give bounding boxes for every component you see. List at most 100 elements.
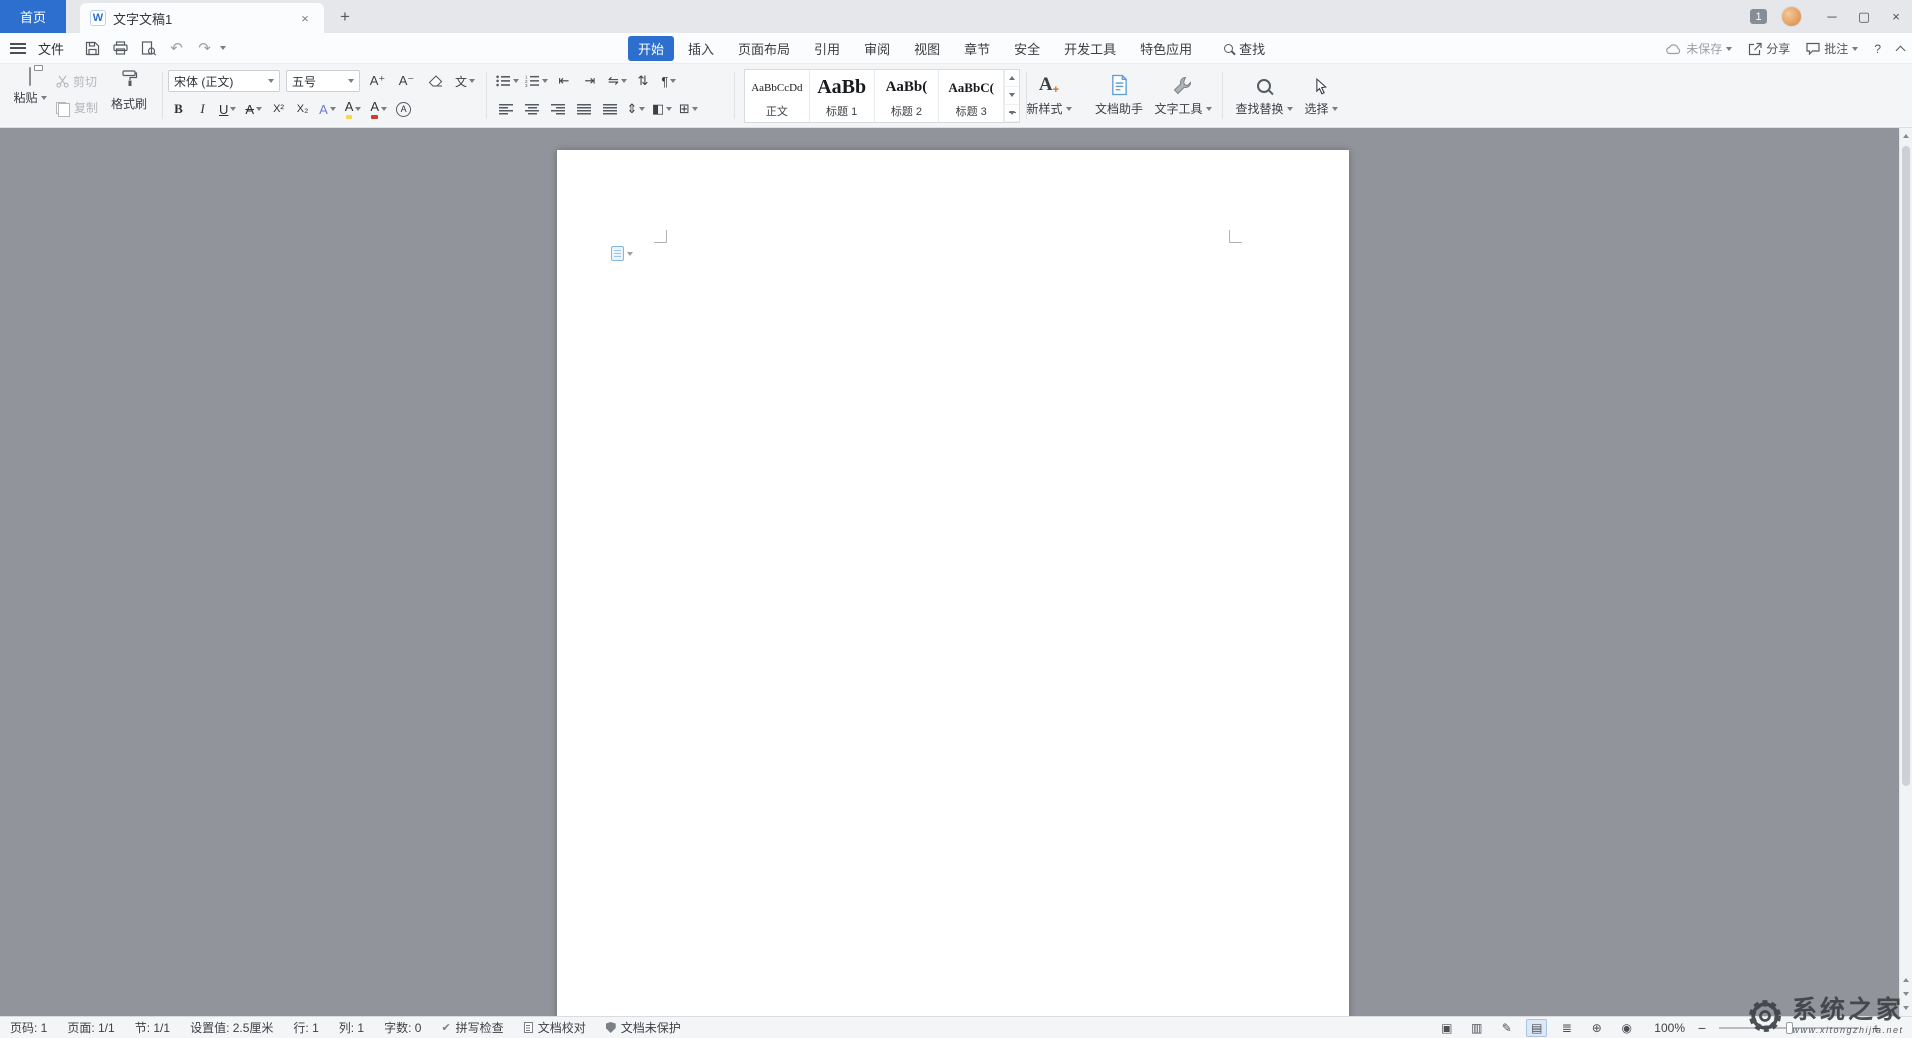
tab-special-features[interactable]: 特色应用 [1130, 36, 1202, 61]
zoom-level[interactable]: 100% [1654, 1021, 1685, 1035]
scroll-up-icon[interactable] [1900, 130, 1912, 142]
maximize-button[interactable]: ▢ [1848, 0, 1880, 33]
align-left-button[interactable] [496, 98, 516, 120]
align-right-button[interactable] [548, 98, 568, 120]
paragraph-layout-button[interactable] [611, 246, 633, 261]
find-replace-button[interactable]: 查找替换 [1228, 69, 1300, 117]
share-button[interactable]: 分享 [1748, 40, 1790, 57]
doc-protect-label: 文档未保护 [621, 1019, 681, 1036]
tab-home[interactable]: 开始 [628, 36, 674, 61]
decrease-font-button[interactable]: A⁻ [395, 70, 418, 92]
document-tab[interactable]: W 文字文稿1 × [80, 3, 324, 33]
style-heading-3[interactable]: AaBbC( 标题 3 [939, 70, 1004, 122]
doc-proof-button[interactable]: 文档校对 [524, 1019, 586, 1036]
numbering-button[interactable]: 123 [525, 70, 548, 92]
increase-indent-button[interactable]: ⇥ [580, 70, 600, 92]
close-tab-icon[interactable]: × [296, 9, 314, 27]
multi-page-view-icon[interactable]: ▥ [1466, 1019, 1487, 1037]
ink-mode-icon[interactable]: ✎ [1496, 1019, 1517, 1037]
paragraph-row-1: 123 ⇤ ⇥ ⇋ ⇅ ¶ [496, 70, 679, 92]
enclose-character-button[interactable]: A [393, 98, 414, 120]
text-tools-button[interactable]: 文字工具 [1152, 69, 1214, 117]
tab-security[interactable]: 安全 [1004, 36, 1050, 61]
doc-protect-button[interactable]: 文档未保护 [606, 1019, 681, 1036]
comment-button[interactable]: 批注 [1806, 40, 1858, 57]
new-style-button[interactable]: A+ 新样式 [1020, 69, 1078, 117]
increase-font-button[interactable]: A⁺ [366, 70, 389, 92]
format-painter-button[interactable]: 格式刷 [104, 69, 154, 112]
print-button[interactable] [108, 37, 133, 59]
user-avatar[interactable] [1781, 6, 1802, 27]
text-effects-button[interactable]: A [316, 98, 339, 120]
show-paragraph-marks-button[interactable]: ¶ [659, 70, 679, 92]
tab-section[interactable]: 章节 [954, 36, 1000, 61]
word-count-status[interactable]: 字数: 0 [384, 1019, 421, 1036]
file-menu-button[interactable]: 文件 [38, 39, 64, 58]
document-page[interactable] [557, 150, 1349, 1016]
tab-view[interactable]: 视图 [904, 36, 950, 61]
outline-view-icon[interactable]: ≣ [1556, 1019, 1577, 1037]
borders-button[interactable]: ⊞ [678, 98, 698, 120]
scrollbar-thumb[interactable] [1902, 146, 1910, 786]
main-menu-icon[interactable] [10, 43, 26, 54]
style-body[interactable]: AaBbCcDd 正文 [745, 70, 810, 122]
style-heading-2[interactable]: AaBb( 标题 2 [875, 70, 940, 122]
paste-button[interactable]: 粘贴 [10, 68, 50, 106]
gallery-scroll-up-icon[interactable] [1005, 70, 1019, 87]
justify-button[interactable] [574, 98, 594, 120]
asian-layout-button[interactable]: ⇋ [606, 70, 627, 92]
phonetic-guide-button[interactable]: 文 [453, 70, 477, 92]
print-preview-button[interactable] [136, 37, 161, 59]
distribute-button[interactable] [600, 98, 620, 120]
page-view-icon[interactable]: ▤ [1526, 1019, 1547, 1037]
gallery-more-icon[interactable] [1005, 105, 1019, 122]
gallery-scroll-down-icon[interactable] [1005, 87, 1019, 104]
select-button[interactable]: 选择 [1296, 69, 1346, 117]
tab-review[interactable]: 审阅 [854, 36, 900, 61]
vertical-scrollbar[interactable] [1899, 128, 1912, 1016]
shading-button[interactable]: ◧ [652, 98, 672, 120]
tab-references[interactable]: 引用 [804, 36, 850, 61]
collapse-ribbon-icon[interactable] [1896, 45, 1906, 55]
tab-page-layout[interactable]: 页面布局 [728, 36, 800, 61]
save-status-button[interactable]: 未保存 [1666, 40, 1732, 57]
bold-button[interactable]: B [168, 98, 189, 120]
subscript-button[interactable]: X₂ [292, 98, 313, 120]
eraser-icon [428, 75, 443, 88]
italic-button[interactable]: I [192, 98, 213, 120]
web-layout-view-icon[interactable]: ⊕ [1586, 1019, 1607, 1037]
close-button[interactable]: × [1880, 0, 1912, 33]
decrease-indent-button[interactable]: ⇤ [554, 70, 574, 92]
style-heading-1[interactable]: AaBb 标题 1 [810, 70, 875, 122]
new-tab-button[interactable]: + [332, 0, 358, 33]
sort-button[interactable]: ⇅ [633, 70, 653, 92]
tab-insert[interactable]: 插入 [678, 36, 724, 61]
notification-badge[interactable]: 1 [1750, 9, 1767, 24]
bullet-list-button[interactable] [496, 70, 519, 92]
align-center-button[interactable] [522, 98, 542, 120]
strikethrough-button[interactable]: A [242, 98, 265, 120]
previous-page-icon[interactable] [1900, 974, 1912, 986]
fullscreen-view-icon[interactable]: ▣ [1436, 1019, 1457, 1037]
home-tab[interactable]: 首页 [0, 0, 66, 33]
font-size-select[interactable]: 五号 [286, 70, 360, 92]
highlight-button[interactable]: A [342, 98, 365, 120]
doc-assistant-button[interactable]: 文档助手 [1088, 69, 1150, 117]
minimize-button[interactable]: ─ [1816, 0, 1848, 33]
dropdown-caret-icon [469, 79, 475, 83]
eye-protection-mode-icon[interactable]: ◉ [1616, 1019, 1637, 1037]
font-color-button[interactable]: A [367, 98, 390, 120]
line-spacing-button[interactable]: ⇕ [626, 98, 646, 120]
zoom-out-button[interactable]: − [1694, 1020, 1710, 1036]
save-button[interactable] [80, 37, 105, 59]
spell-check-button[interactable]: ✔ 拼写检查 [441, 1019, 503, 1036]
tab-dev-tools[interactable]: 开发工具 [1054, 36, 1126, 61]
help-button[interactable]: ? [1874, 42, 1881, 56]
titlebar: 首页 W 文字文稿1 × + 1 ─ ▢ × [0, 0, 1912, 33]
underline-button[interactable]: U [216, 98, 239, 120]
clear-format-button[interactable] [424, 70, 447, 92]
find-button[interactable]: 查找 [1224, 39, 1265, 58]
quickbar-customize-icon[interactable] [220, 46, 226, 50]
font-name-select[interactable]: 宋体 (正文) [168, 70, 280, 92]
superscript-button[interactable]: X² [268, 98, 289, 120]
